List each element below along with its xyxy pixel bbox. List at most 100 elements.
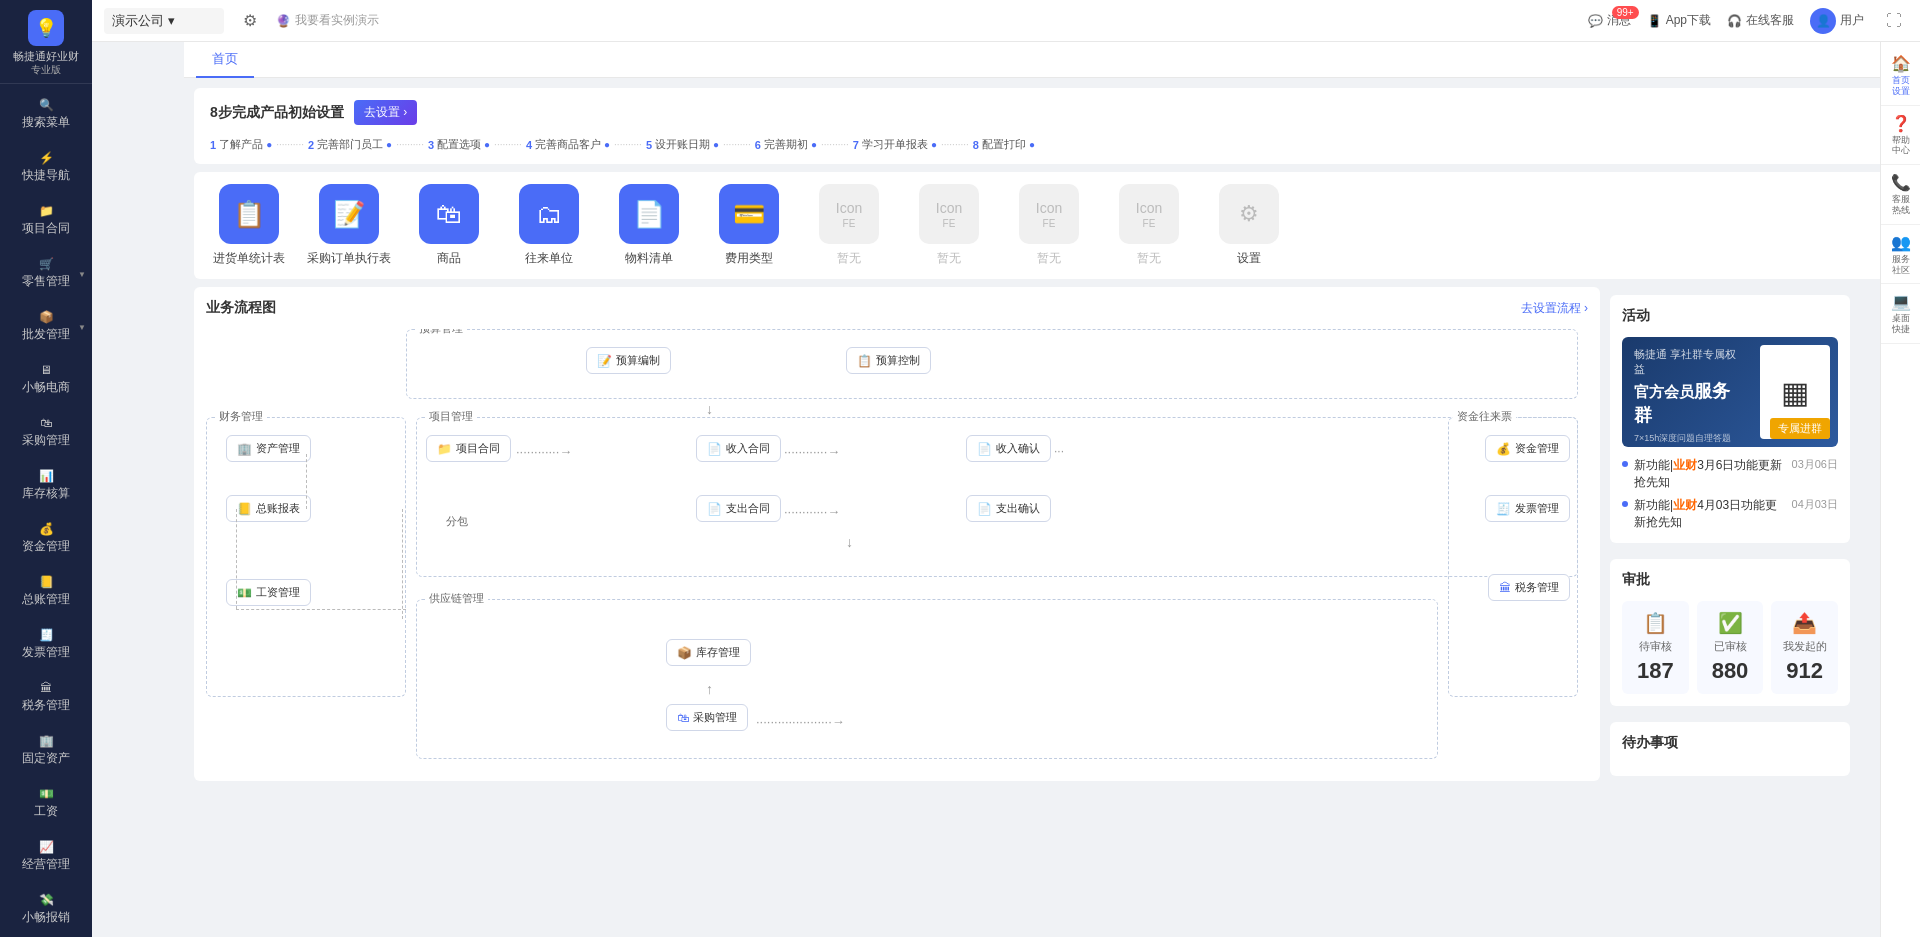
maximize-button[interactable]: ⛶ — [1880, 7, 1908, 35]
ledger-nav-label: 总账管理 — [22, 591, 70, 608]
sidebar-item-payroll[interactable]: 💵 工资 — [0, 777, 92, 830]
setup-step-4[interactable]: 4 完善商品客户 ● — [526, 137, 610, 152]
gongzi-label: 工资管理 — [256, 585, 300, 600]
yusuan-zhi-node[interactable]: 📝 预算编制 — [586, 347, 671, 374]
sidebar-item-expense[interactable]: 💸 小畅报销 — [0, 883, 92, 936]
tab-home[interactable]: 首页 — [196, 42, 254, 78]
sidebar-item-project[interactable]: 📁 项目合同 — [0, 194, 92, 247]
app-download-button[interactable]: 📱 App下载 — [1647, 12, 1711, 29]
flow-settings-link[interactable]: 去设置流程 › — [1521, 300, 1588, 317]
online-service-button[interactable]: 🎧 在线客服 — [1727, 12, 1794, 29]
fapiao-node[interactable]: 🧾 发票管理 — [1485, 495, 1570, 522]
flow-section: 业务流程图 去设置流程 › 预算管理 📝 预算编制 — [194, 287, 1600, 781]
zijin-label: 资金管理 — [1515, 441, 1559, 456]
inventory-nav-label: 库存核算 — [22, 485, 70, 502]
arrow-left-1: ← — [276, 504, 289, 519]
quick-icon-shangpin[interactable]: 🛍 商品 — [404, 184, 494, 267]
setup-step-7[interactable]: 7 学习开单报表 ● — [853, 137, 937, 152]
setup-title-text: 8步完成产品初始设置 — [210, 104, 344, 122]
news-date-1: 03月06日 — [1792, 457, 1838, 472]
caigou-flow-label: 采购管理 — [693, 710, 737, 725]
quick-icon-feiyong[interactable]: 💳 费用类型 — [704, 184, 794, 267]
quick-icon-jinhuodan[interactable]: 📋 进货单统计表 — [204, 184, 294, 267]
right-fixed-help[interactable]: ❓ 帮助中心 — [1881, 106, 1920, 166]
approval-card-mine[interactable]: 📤 我发起的 912 — [1771, 601, 1838, 694]
shuiwu-node[interactable]: 🏛 税务管理 — [1488, 574, 1570, 601]
banner-join-button[interactable]: 专属进群 — [1770, 418, 1830, 439]
zongzhang-node[interactable]: 📒 总账报表 — [226, 495, 311, 522]
pending-label: 待审核 — [1630, 639, 1681, 654]
shouru-he-node[interactable]: 📄 收入合同 — [696, 435, 781, 462]
quick-icon-zanwu3[interactable]: Icon FE 暂无 — [1004, 184, 1094, 267]
setup-step-1[interactable]: 1 了解产品 ● — [210, 137, 272, 152]
budget-group: 预算管理 — [406, 329, 1578, 399]
setup-goto-button[interactable]: 去设置 › — [354, 100, 417, 125]
project-group-label: 项目管理 — [425, 409, 477, 424]
sidebar-item-inventory[interactable]: 📊 库存核算 — [0, 459, 92, 512]
sidebar-item-ecommerce[interactable]: 🖥 小畅电商 — [0, 353, 92, 406]
setup-step-5[interactable]: 5 设开账日期 ● — [646, 137, 719, 152]
topbar-settings-button[interactable]: ⚙ — [236, 7, 264, 35]
approval-cards: 📋 待审核 187 ✅ 已审核 880 📤 我发起的 912 — [1622, 601, 1838, 694]
wholesale-nav-label: 批发管理 — [22, 326, 70, 343]
setup-step-8[interactable]: 8 配置打印 ● — [973, 137, 1035, 152]
quick-icon-wanglai[interactable]: 🗂 往来单位 — [504, 184, 594, 267]
shouru-que-node[interactable]: 📄 收入确认 — [966, 435, 1051, 462]
messages-badge: 99+ — [1612, 6, 1639, 19]
step3-check-icon: ● — [484, 139, 490, 150]
demo-link[interactable]: 🔮 我要看实例演示 — [276, 12, 379, 29]
sidebar-item-invoice[interactable]: 🧾 发票管理 — [0, 618, 92, 671]
todo-title: 待办事项 — [1622, 734, 1678, 752]
right-fixed-community[interactable]: 👥 服务社区 — [1881, 225, 1920, 285]
sidebar-item-purchase[interactable]: 🛍 采购管理 — [0, 406, 92, 459]
quick-icon-caigou[interactable]: 📝 采购订单执行表 — [304, 184, 394, 267]
pending-icon: 📋 — [1630, 611, 1681, 635]
app-download-label: App下载 — [1666, 12, 1711, 29]
right-fixed-home[interactable]: 🏠 首页设置 — [1881, 46, 1920, 106]
caigou-node[interactable]: 🛍 采购管理 — [666, 704, 748, 731]
user-avatar[interactable]: 👤 用户 — [1810, 8, 1864, 34]
fenbao-label: 分包 — [446, 514, 468, 529]
yusuan-kong-node[interactable]: 📋 预算控制 — [846, 347, 931, 374]
kucun-node[interactable]: 📦 库存管理 — [666, 639, 751, 666]
yusuan-kong-icon: 📋 — [857, 354, 872, 368]
right-fixed-service[interactable]: 📞 客服热线 — [1881, 165, 1920, 225]
xiangmu-node[interactable]: 📁 项目合同 — [426, 435, 511, 462]
topbar-right: 💬 消息 99+ 📱 App下载 🎧 在线客服 👤 用户 ⛶ — [1588, 7, 1908, 35]
quick-icon-zanwu2[interactable]: Icon FE 暂无 — [904, 184, 994, 267]
wanglai-icon-box: 🗂 — [519, 184, 579, 244]
quick-icon-shezhi[interactable]: ⚙ 设置 — [1204, 184, 1294, 267]
zichan-node[interactable]: 🏢 资产管理 — [226, 435, 311, 462]
zijin-node[interactable]: 💰 资金管理 — [1485, 435, 1570, 462]
quick-icon-wuliao[interactable]: 📄 物料清单 — [604, 184, 694, 267]
sidebar-item-capital[interactable]: 💰 资金管理 — [0, 512, 92, 565]
finance-vline — [306, 454, 307, 509]
sidebar-item-tax[interactable]: 🏛 税务管理 — [0, 671, 92, 724]
activity-title: 活动 — [1622, 307, 1650, 325]
messages-button[interactable]: 💬 消息 99+ — [1588, 12, 1631, 29]
right-fixed-desktop[interactable]: 💻 桌面快捷 — [1881, 284, 1920, 344]
approval-card-done[interactable]: ✅ 已审核 880 — [1697, 601, 1764, 694]
sidebar-item-wholesale[interactable]: 📦 批发管理 ▼ — [0, 300, 92, 353]
sidebar-item-sales[interactable]: 🛒 零售管理 ▼ — [0, 247, 92, 300]
quick-icon-zanwu4[interactable]: Icon FE 暂无 — [1104, 184, 1194, 267]
sidebar-item-operation[interactable]: 📈 经营管理 — [0, 830, 92, 883]
sidebar-item-ledger[interactable]: 📒 总账管理 — [0, 565, 92, 618]
budget-group-label: 预算管理 — [415, 329, 467, 336]
zhichu-he-node[interactable]: 📄 支出合同 — [696, 495, 781, 522]
mine-icon: 📤 — [1779, 611, 1830, 635]
company-selector[interactable]: 演示公司 ▾ — [104, 8, 224, 34]
setup-step-3[interactable]: 3 配置选项 ● — [428, 137, 490, 152]
gongzi-icon: 💵 — [237, 586, 252, 600]
quick-icon-zanwu1[interactable]: Icon FE 暂无 — [804, 184, 894, 267]
app-download-icon: 📱 — [1647, 14, 1662, 28]
sidebar-item-search[interactable]: 🔍 搜索菜单 — [0, 88, 92, 141]
zhichu-que-node[interactable]: 📄 支出确认 — [966, 495, 1051, 522]
gongzi-node[interactable]: 💵 工资管理 — [226, 579, 311, 606]
setup-step-6[interactable]: 6 完善期初 ● — [755, 137, 817, 152]
sidebar-item-assets[interactable]: 🏢 固定资产 — [0, 724, 92, 777]
mine-label: 我发起的 — [1779, 639, 1830, 654]
approval-card-pending[interactable]: 📋 待审核 187 — [1622, 601, 1689, 694]
sidebar-item-quick[interactable]: ⚡ 快捷导航 — [0, 141, 92, 194]
setup-step-2[interactable]: 2 完善部门员工 ● — [308, 137, 392, 152]
